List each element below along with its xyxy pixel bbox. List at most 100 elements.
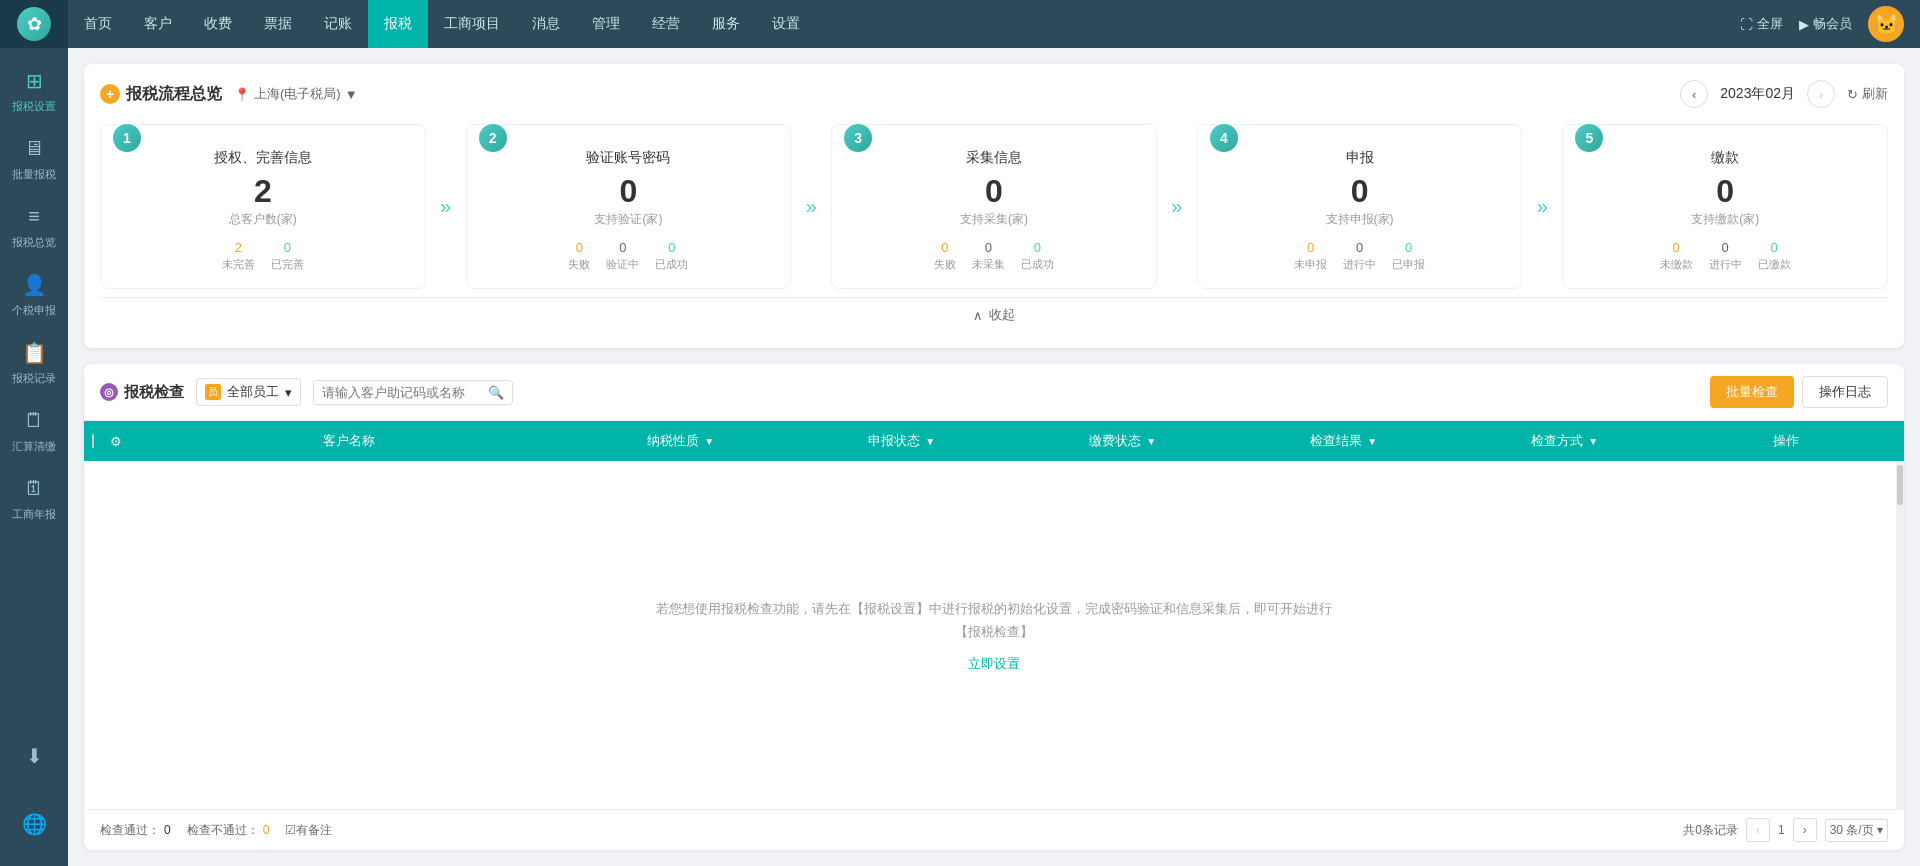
next-page-btn[interactable]: › bbox=[1793, 818, 1817, 842]
note-label: ☑有备注 bbox=[285, 822, 332, 839]
search-icon[interactable]: 🔍 bbox=[488, 385, 504, 400]
content-area: + 报税流程总览 📍 上海(电子税局) ▼ ‹ 2023年02月 › ↻ 刷新 bbox=[68, 48, 1920, 866]
sidebar-global[interactable]: 🌐 bbox=[0, 790, 68, 858]
fullscreen-btn[interactable]: ⛶ 全屏 bbox=[1740, 15, 1783, 33]
tax-filter-icon[interactable]: ▼ bbox=[704, 436, 714, 447]
operation-log-btn[interactable]: 操作日志 bbox=[1802, 376, 1888, 408]
step3-stat-fail[interactable]: 0 失败 bbox=[934, 240, 956, 272]
app-logo: ✿ bbox=[17, 7, 51, 41]
step2-stat-fail[interactable]: 0 失败 bbox=[568, 240, 590, 272]
col-client-name: 客户名称 bbox=[128, 432, 570, 450]
location-selector[interactable]: 📍 上海(电子税局) ▼ bbox=[234, 85, 358, 103]
nav-settings[interactable]: 设置 bbox=[756, 0, 816, 48]
fullscreen-label: 全屏 bbox=[1757, 15, 1783, 33]
user-avatar[interactable]: 🐱 bbox=[1868, 6, 1904, 42]
step4-stat-declared[interactable]: 0 已申报 bbox=[1392, 240, 1425, 272]
step2-stat-verifying[interactable]: 0 验证中 bbox=[606, 240, 639, 272]
page-size-selector[interactable]: 30 条/页 ▾ bbox=[1825, 819, 1888, 842]
col-declare-status-label: 申报状态 bbox=[868, 433, 920, 448]
sidebar-item-tax-record[interactable]: 📋 报税记录 bbox=[0, 328, 68, 396]
step5-stat-unpaid[interactable]: 0 未缴款 bbox=[1660, 240, 1693, 272]
step5-stat-paid[interactable]: 0 已缴款 bbox=[1758, 240, 1791, 272]
batch-check-btn[interactable]: 批量检查 bbox=[1710, 376, 1794, 408]
step1-complete-val: 0 bbox=[284, 240, 291, 255]
sidebar-item-tax-overview[interactable]: ≡ 报税总览 bbox=[0, 192, 68, 260]
arrow-4-5: » bbox=[1522, 124, 1562, 289]
overview-card: + 报税流程总览 📍 上海(电子税局) ▼ ‹ 2023年02月 › ↻ 刷新 bbox=[84, 64, 1904, 348]
step4-stat-inprogress[interactable]: 0 进行中 bbox=[1343, 240, 1376, 272]
sidebar-item-tax-settings[interactable]: ⊞ 报税设置 bbox=[0, 56, 68, 124]
sidebar-item-annual-settlement[interactable]: 🗒 汇算清缴 bbox=[0, 396, 68, 464]
step-declare: 4 申报 0 支持申报(家) 0 未申报 0 进行中 bbox=[1197, 124, 1523, 289]
sidebar-label-batch-tax: 批量报税 bbox=[12, 167, 56, 181]
sidebar-item-annual-report[interactable]: 🗓 工商年报 bbox=[0, 464, 68, 532]
step5-paid-label: 已缴款 bbox=[1758, 257, 1791, 272]
sidebar-bottom: ⬇ 🌐 bbox=[0, 722, 68, 858]
step4-count: 0 bbox=[1351, 175, 1369, 207]
pass-val[interactable]: 0 bbox=[164, 823, 171, 837]
nav-operation[interactable]: 经营 bbox=[636, 0, 696, 48]
sidebar-item-batch-tax[interactable]: 🖥 批量报税 bbox=[0, 124, 68, 192]
collapse-bar[interactable]: ∧ 收起 bbox=[100, 297, 1888, 332]
step3-stat-success[interactable]: 0 已成功 bbox=[1021, 240, 1054, 272]
select-all-checkbox[interactable] bbox=[92, 434, 94, 448]
prev-month-btn[interactable]: ‹ bbox=[1680, 80, 1708, 108]
sidebar-label-tax-settings: 报税设置 bbox=[12, 99, 56, 113]
fee-filter-icon[interactable]: ▼ bbox=[1146, 436, 1156, 447]
arrow-1-2: » bbox=[426, 124, 466, 289]
sidebar-label-tax-record: 报税记录 bbox=[12, 371, 56, 385]
empty-message: 若您想使用报税检查功能，请先在【报税设置】中进行报税的初始化设置，完成密码验证和… bbox=[644, 597, 1344, 644]
nav-fee[interactable]: 收费 bbox=[188, 0, 248, 48]
table-wrap: ⚙ 客户名称 纳税性质 ▼ 申报状态 ▼ 缴费状态 ▼ bbox=[84, 421, 1904, 850]
settings-col-icon[interactable]: ⚙ bbox=[102, 434, 130, 449]
page-size-chevron-icon: ▾ bbox=[1877, 823, 1883, 837]
scroll-bar[interactable] bbox=[1896, 461, 1904, 809]
check-title-icon: ◎ bbox=[100, 383, 118, 401]
step1-stat-incomplete[interactable]: 2 未完善 bbox=[222, 240, 255, 272]
step2-stat-success[interactable]: 0 已成功 bbox=[655, 240, 688, 272]
sidebar-item-personal-tax[interactable]: 👤 个税申报 bbox=[0, 260, 68, 328]
annual-report-icon: 🗓 bbox=[20, 475, 48, 503]
nav-business[interactable]: 工商项目 bbox=[428, 0, 516, 48]
main-layout: ⊞ 报税设置 🖥 批量报税 ≡ 报税总览 👤 个税申报 📋 报税记录 🗒 汇算清… bbox=[0, 48, 1920, 866]
step3-stat-uncollected[interactable]: 0 未采集 bbox=[972, 240, 1005, 272]
search-input[interactable] bbox=[322, 385, 482, 400]
step1-stat-complete[interactable]: 0 已完善 bbox=[271, 240, 304, 272]
step2-title: 验证账号密码 bbox=[586, 149, 670, 167]
step2-verifying-val: 0 bbox=[619, 240, 626, 255]
next-month-btn[interactable]: › bbox=[1807, 80, 1835, 108]
nav-tax[interactable]: 报税 bbox=[368, 0, 428, 48]
sidebar-download[interactable]: ⬇ bbox=[0, 722, 68, 790]
nav-invoice[interactable]: 票据 bbox=[248, 0, 308, 48]
member-btn[interactable]: ▶ 畅会员 bbox=[1799, 15, 1852, 33]
step5-count: 0 bbox=[1716, 175, 1734, 207]
collapse-chevron-icon: ∧ bbox=[973, 308, 983, 323]
refresh-btn[interactable]: ↻ 刷新 bbox=[1847, 85, 1888, 103]
step5-stat-inprogress[interactable]: 0 进行中 bbox=[1709, 240, 1742, 272]
nav-manage[interactable]: 管理 bbox=[576, 0, 636, 48]
setup-link[interactable]: 立即设置 bbox=[968, 655, 1020, 673]
logo-area[interactable]: ✿ bbox=[0, 0, 68, 48]
nav-message[interactable]: 消息 bbox=[516, 0, 576, 48]
search-wrap[interactable]: 🔍 bbox=[313, 380, 513, 405]
method-filter-icon[interactable]: ▼ bbox=[1588, 436, 1598, 447]
step2-number: 2 bbox=[479, 124, 507, 152]
step4-inprogress-label: 进行中 bbox=[1343, 257, 1376, 272]
step4-stat-undeclared[interactable]: 0 未申报 bbox=[1294, 240, 1327, 272]
nav-service[interactable]: 服务 bbox=[696, 0, 756, 48]
nav-home[interactable]: 首页 bbox=[68, 0, 128, 48]
location-text: 上海(电子税局) bbox=[254, 85, 341, 103]
table-col-check: ⚙ bbox=[92, 434, 128, 449]
fail-val[interactable]: 0 bbox=[263, 823, 270, 837]
nav-accounting[interactable]: 记账 bbox=[308, 0, 368, 48]
member-label: 畅会员 bbox=[1813, 15, 1852, 33]
employee-filter[interactable]: 员 全部员工 ▾ bbox=[196, 378, 301, 406]
result-filter-icon[interactable]: ▼ bbox=[1367, 436, 1377, 447]
step2-fail-label: 失败 bbox=[568, 257, 590, 272]
nav-client[interactable]: 客户 bbox=[128, 0, 188, 48]
step2-verifying-label: 验证中 bbox=[606, 257, 639, 272]
prev-page-btn[interactable]: ‹ bbox=[1746, 818, 1770, 842]
step3-fail-label: 失败 bbox=[934, 257, 956, 272]
fail-stat: 检查不通过： 0 bbox=[187, 822, 270, 839]
declare-filter-icon[interactable]: ▼ bbox=[925, 436, 935, 447]
